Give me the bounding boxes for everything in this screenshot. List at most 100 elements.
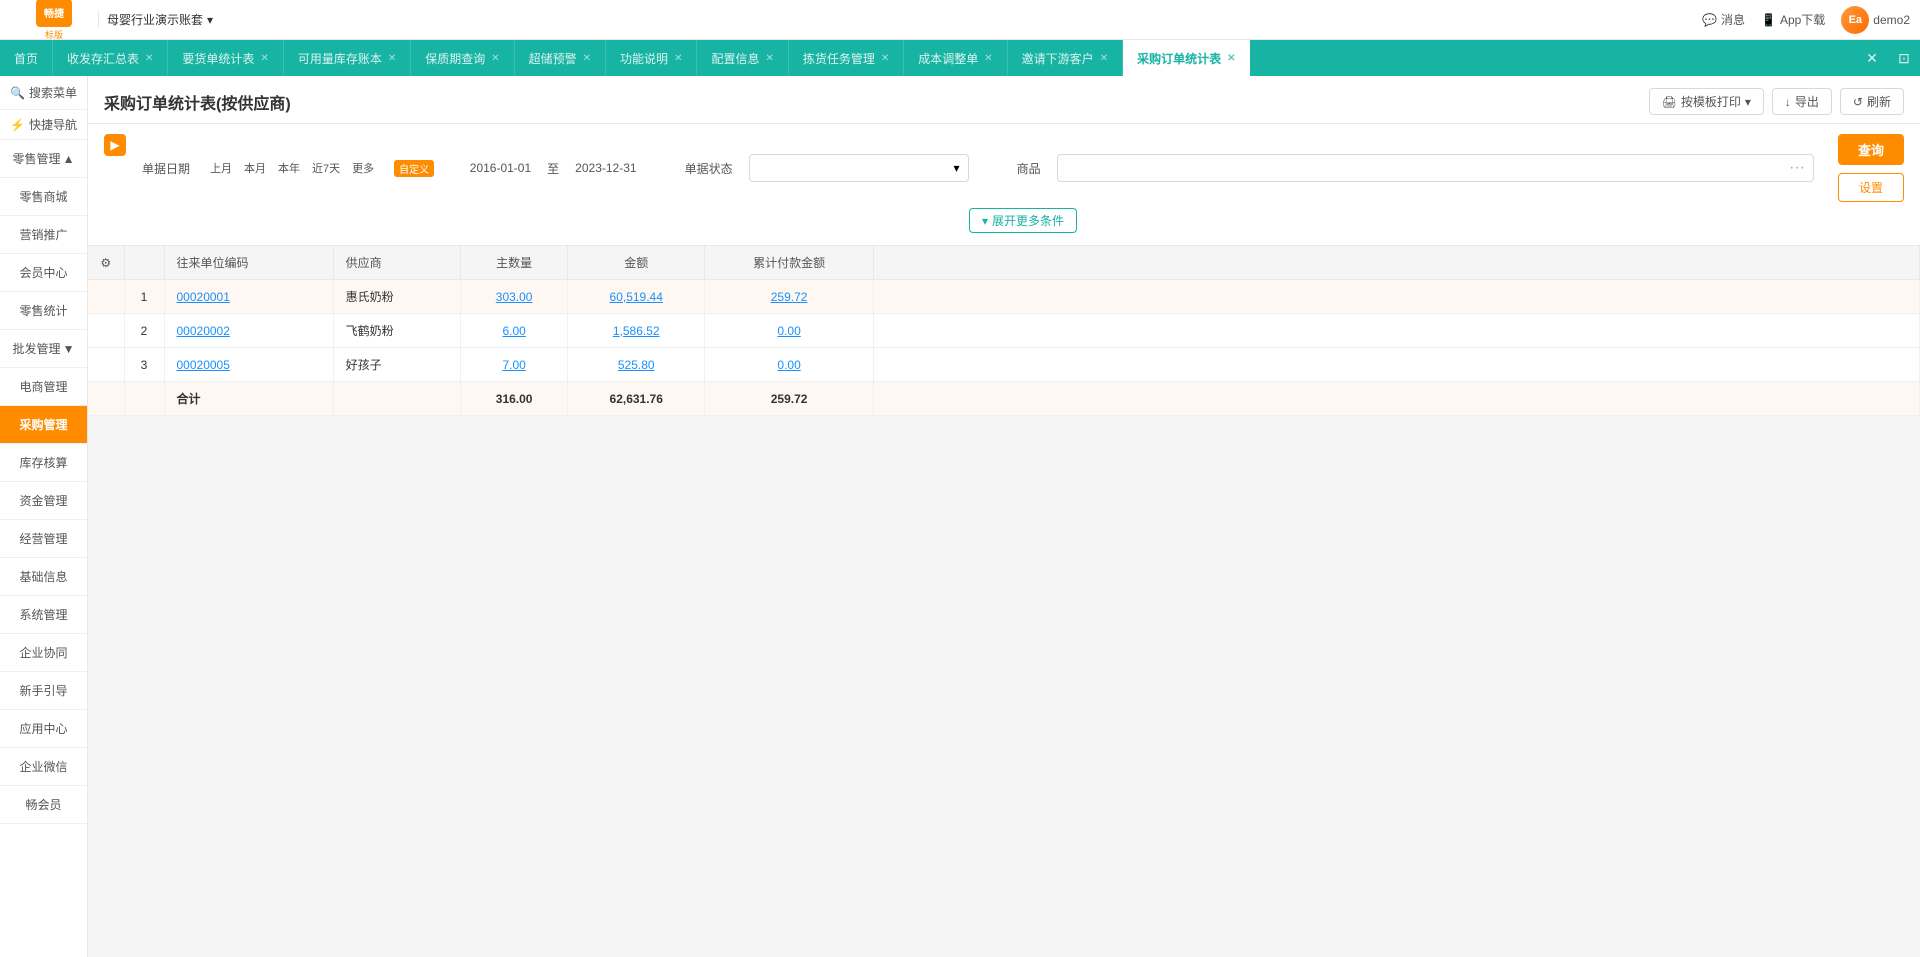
sidebar-item-newbie[interactable]: 新手引导 (0, 672, 87, 710)
shortcut-this-year[interactable]: 本年 (274, 159, 304, 177)
footer-gear (88, 382, 124, 416)
tab-config-label: 配置信息 (711, 50, 759, 67)
tab-overstock[interactable]: 超储预警 ✕ (515, 40, 606, 76)
tab-receive-send-close[interactable]: ✕ (145, 53, 153, 64)
tab-func-guide-close[interactable]: ✕ (674, 53, 682, 64)
gear-icon[interactable]: ⚙ (100, 256, 111, 270)
sidebar-item-wechat[interactable]: 企业微信 (0, 748, 87, 786)
tab-purchase-stat-label: 采购订单统计表 (1137, 50, 1221, 67)
settings-button[interactable]: 设置 (1838, 173, 1904, 202)
sidebar-item-member[interactable]: 会员中心 (0, 254, 87, 292)
sidebar-item-retail[interactable]: 零售管理 ▲ (0, 140, 87, 178)
tab-goods-stat-close[interactable]: ✕ (260, 53, 268, 64)
refresh-icon: ↺ (1853, 95, 1863, 109)
sidebar-item-marketing[interactable]: 营销推广 (0, 216, 87, 254)
sidebar-item-finance[interactable]: 资金管理 (0, 482, 87, 520)
goods-input[interactable]: ··· (1057, 154, 1814, 182)
refresh-button[interactable]: ↺ 刷新 (1840, 88, 1904, 115)
tab-purchase-stat-close[interactable]: ✕ (1227, 53, 1235, 64)
tab-cost-adjust[interactable]: 成本调整单 ✕ (904, 40, 1007, 76)
sidebar-item-app-center[interactable]: 应用中心 (0, 710, 87, 748)
expand-label: 展开更多条件 (992, 212, 1064, 229)
qty-link[interactable]: 6.00 (502, 324, 525, 338)
amount-link[interactable]: 60,519.44 (610, 290, 663, 304)
tab-invite-close[interactable]: ✕ (1100, 53, 1108, 64)
cell-amount: 525.80 (568, 348, 705, 382)
print-label: 按模板打印 (1681, 93, 1741, 110)
tab-receive-send[interactable]: 收发存汇总表 ✕ (53, 40, 168, 76)
amount-link[interactable]: 525.80 (618, 358, 655, 372)
sidebar-item-retail-stat[interactable]: 零售统计 (0, 292, 87, 330)
sidebar-item-retail-shop[interactable]: 零售商城 (0, 178, 87, 216)
user-avatar-btn[interactable]: Ea demo2 (1841, 6, 1910, 34)
print-button[interactable]: 🖨 按模板打印 ▾ (1649, 88, 1764, 115)
paid-link[interactable]: 259.72 (771, 290, 808, 304)
tab-pick-task[interactable]: 拣货任务管理 ✕ (789, 40, 904, 76)
tab-func-guide[interactable]: 功能说明 ✕ (606, 40, 697, 76)
shortcut-more[interactable]: 更多 (348, 159, 378, 177)
code-link[interactable]: 00020002 (177, 324, 230, 338)
sidebar-item-search[interactable]: 🔍 搜索菜单 (0, 76, 87, 110)
paid-link[interactable]: 0.00 (777, 324, 800, 338)
code-link[interactable]: 00020001 (177, 290, 230, 304)
sidebar-item-enterprise[interactable]: 企业协同 (0, 634, 87, 672)
export-icon: ↓ (1785, 95, 1791, 109)
retail-arrow-icon: ▲ (63, 152, 75, 166)
status-select[interactable]: ▾ (749, 154, 969, 182)
custom-badge: 自定义 (394, 160, 434, 177)
query-button[interactable]: 查询 (1838, 134, 1904, 165)
tab-close-all-btn[interactable]: ✕ (1856, 40, 1888, 76)
sidebar-item-inventory[interactable]: 库存核算 (0, 444, 87, 482)
expand-button[interactable]: ▾ 展开更多条件 (969, 208, 1077, 233)
status-select-arrow: ▾ (954, 161, 960, 175)
footer-label: 合计 (164, 382, 333, 416)
tab-config[interactable]: 配置信息 ✕ (697, 40, 788, 76)
tab-cost-adjust-close[interactable]: ✕ (984, 53, 992, 64)
date-filter-label: 单据日期 (142, 160, 190, 177)
sidebar-item-ecommerce[interactable]: 电商管理 (0, 368, 87, 406)
sidebar-item-purchase[interactable]: 采购管理 (0, 406, 87, 444)
tab-available-stock[interactable]: 可用量库存账本 ✕ (284, 40, 411, 76)
sidebar-item-wholesale[interactable]: 批发管理 ▼ (0, 330, 87, 368)
qty-link[interactable]: 303.00 (496, 290, 533, 304)
app-download-btn[interactable]: 📱 App下载 (1761, 11, 1825, 28)
filter-row-1: 单据日期 上月 本月 本年 近7天 更多 自定义 2016-01-01 至 20… (142, 134, 1904, 202)
qty-link[interactable]: 7.00 (502, 358, 525, 372)
nav-icon: ⚡ (10, 118, 25, 132)
shortcut-this-month[interactable]: 本月 (240, 159, 270, 177)
tab-purchase-stat[interactable]: 采购订单统计表 ✕ (1123, 40, 1250, 76)
tab-home[interactable]: 首页 (0, 40, 53, 76)
tab-available-stock-close[interactable]: ✕ (388, 53, 396, 64)
amount-link[interactable]: 1,586.52 (613, 324, 660, 338)
tab-config-close[interactable]: ✕ (765, 53, 773, 64)
message-btn[interactable]: 💬 消息 (1702, 11, 1745, 28)
paid-link[interactable]: 0.00 (777, 358, 800, 372)
sidebar-item-retail-shop-label: 零售商城 (19, 188, 67, 205)
filter-collapse-btn[interactable]: ▶ (104, 134, 126, 156)
workspace-selector[interactable]: 母婴行业演示账套 ▾ (98, 11, 221, 28)
shortcut-last-month[interactable]: 上月 (206, 159, 236, 177)
sidebar-item-system[interactable]: 系统管理 (0, 596, 87, 634)
tab-func-guide-label: 功能说明 (620, 50, 668, 67)
sidebar-item-vip[interactable]: 畅会员 (0, 786, 87, 824)
table-row: 3 00020005 好孩子 7.00 525.80 0.00 (88, 348, 1920, 382)
sidebar-item-basic[interactable]: 基础信息 (0, 558, 87, 596)
tab-invite[interactable]: 邀请下游客户 ✕ (1008, 40, 1123, 76)
col-qty: 主数量 (460, 246, 568, 280)
col-supplier: 供应商 (333, 246, 460, 280)
cell-gear (88, 348, 124, 382)
tab-freshness[interactable]: 保质期查询 ✕ (411, 40, 514, 76)
table-row: 2 00020002 飞鹤奶粉 6.00 1,586.52 0.00 (88, 314, 1920, 348)
sidebar-item-ops[interactable]: 经营管理 (0, 520, 87, 558)
tab-overstock-close[interactable]: ✕ (583, 53, 591, 64)
tab-freshness-close[interactable]: ✕ (491, 53, 499, 64)
tab-restore-btn[interactable]: ⊡ (1888, 40, 1920, 76)
sidebar-item-quicknav[interactable]: ⚡ 快捷导航 (0, 110, 87, 140)
code-link[interactable]: 00020005 (177, 358, 230, 372)
data-table: ⚙ 往来单位编码 供应商 主数量 金额 累计付款金额 1 00020001 (88, 246, 1920, 416)
tab-goods-stat[interactable]: 要货单统计表 ✕ (168, 40, 283, 76)
tab-pick-task-close[interactable]: ✕ (881, 53, 889, 64)
shortcut-7days[interactable]: 近7天 (308, 159, 344, 177)
export-button[interactable]: ↓ 导出 (1772, 88, 1832, 115)
tab-available-stock-label: 可用量库存账本 (298, 50, 382, 67)
